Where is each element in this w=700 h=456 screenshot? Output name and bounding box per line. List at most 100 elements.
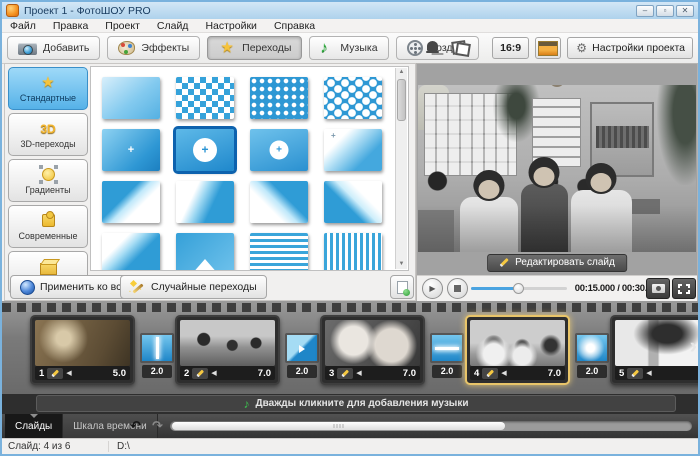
menu-item-0[interactable]: Файл xyxy=(10,20,36,32)
play-button[interactable]: ▶ xyxy=(422,278,443,299)
redo-button[interactable]: ↷ xyxy=(152,417,163,434)
view-tab-1[interactable]: Шкала времени xyxy=(63,414,157,438)
snapshot-button[interactable] xyxy=(646,278,670,299)
timeline-slide-5[interactable]: 5◀ xyxy=(610,315,698,385)
transition-thumb-soft-diagonal[interactable] xyxy=(102,77,160,119)
transition-thumb-v-lines[interactable] xyxy=(324,233,382,271)
photo-books xyxy=(596,126,649,147)
seek-slider[interactable] xyxy=(471,287,567,290)
scroll-down-arrow-icon[interactable]: ▼ xyxy=(396,260,407,269)
menu-item-5[interactable]: Справка xyxy=(274,20,315,32)
transition-thumb-hexagons[interactable] xyxy=(324,77,382,119)
sidebar-item-2[interactable]: Градиенты xyxy=(8,159,88,202)
pencil-icon xyxy=(342,369,349,376)
timeline-slide-2[interactable]: 2◀7.0 xyxy=(175,315,280,385)
transition-thumb-circle-wipe[interactable] xyxy=(176,129,234,171)
transition-thumb-diagonal-1[interactable] xyxy=(102,181,160,223)
transition-thumb-diagonal-4[interactable] xyxy=(324,181,382,223)
stop-button[interactable] xyxy=(447,278,468,299)
transition-thumb-move-arrows[interactable] xyxy=(102,129,160,171)
menu-item-1[interactable]: Правка xyxy=(53,20,88,32)
timeline-scroll-right-chevron-icon[interactable]: › xyxy=(690,335,697,357)
transition-thumb-diagonal-3[interactable] xyxy=(250,181,308,223)
pencil-icon xyxy=(632,369,639,376)
slide-edit-button[interactable] xyxy=(627,368,643,379)
transition-thumb-chevron[interactable] xyxy=(176,233,234,271)
add-music-bar[interactable]: ♪ Дважды кликните для добавления музыки xyxy=(36,395,676,412)
sidebar-item-label: Современные xyxy=(19,231,78,241)
speaker-icon[interactable]: ◀ xyxy=(646,370,651,377)
menu-item-3[interactable]: Слайд xyxy=(157,20,189,32)
tab-star[interactable]: Переходы xyxy=(207,36,302,60)
aspect-ratio-button[interactable]: 16:9 xyxy=(492,37,529,59)
undo-button[interactable]: ↶ xyxy=(130,417,141,434)
tab-note[interactable]: Музыка xyxy=(309,36,388,60)
timeline-scrollbar-thumb[interactable] xyxy=(172,422,505,430)
sidebar-item-0[interactable]: Стандартные xyxy=(8,67,88,110)
timeline-transition-1[interactable]: 2.0 xyxy=(140,333,174,378)
random-transitions-button[interactable]: Случайные переходы xyxy=(120,275,267,299)
grid-scrollbar-thumb[interactable] xyxy=(397,79,406,121)
timeline-slide-1[interactable]: 1◀5.0 xyxy=(30,315,135,385)
star-icon xyxy=(39,75,57,91)
timeline-slide-3[interactable]: 3◀7.0 xyxy=(320,315,425,385)
transition-thumb-dots[interactable] xyxy=(250,77,308,119)
speaker-icon[interactable]: ◀ xyxy=(501,370,506,377)
slide-strip: 2◀7.0 xyxy=(180,366,275,380)
speaker-icon[interactable]: ◀ xyxy=(211,370,216,377)
transition-thumb-corner-wipe[interactable] xyxy=(324,129,382,171)
sidebar-item-1[interactable]: 3D3D-переходы xyxy=(8,113,88,156)
slide-edit-button[interactable] xyxy=(192,368,208,379)
fullscreen-button[interactable] xyxy=(672,278,696,299)
slide-duration: 5.0 xyxy=(113,368,126,379)
transition-glyph-wave xyxy=(430,333,464,363)
slide-duration: 7.0 xyxy=(403,368,416,379)
transition-thumb-circle-wipe-2[interactable] xyxy=(250,129,308,171)
speaker-icon[interactable]: ◀ xyxy=(66,370,71,377)
close-button[interactable]: ✕ xyxy=(676,5,694,17)
menu-item-2[interactable]: Проект xyxy=(105,20,140,32)
edit-slide-button[interactable]: Редактировать слайд xyxy=(487,254,627,272)
timeline-transition-3[interactable]: 2.0 xyxy=(430,333,464,378)
scroll-up-arrow-icon[interactable]: ▲ xyxy=(396,68,407,77)
export-button[interactable] xyxy=(390,275,414,299)
tab-palette[interactable]: Эффекты xyxy=(107,36,200,60)
photo-bookshelf xyxy=(590,102,654,177)
sidebar-item-label: 3D-переходы xyxy=(20,139,75,149)
photo-poster-board xyxy=(424,93,518,175)
tab-camera[interactable]: Добавить xyxy=(7,36,100,60)
gear-icon xyxy=(575,41,588,55)
slide-number: 5 xyxy=(619,368,624,379)
tab-label: Переходы xyxy=(242,42,291,54)
photo-kid-1 xyxy=(460,197,518,252)
music-strip: ♪ Дважды кликните для добавления музыки xyxy=(2,394,698,414)
slide-edit-button[interactable] xyxy=(482,368,498,379)
sidebar-item-3[interactable]: Современные xyxy=(8,205,88,248)
slide-edit-button[interactable] xyxy=(47,368,63,379)
minimize-button[interactable]: – xyxy=(636,5,654,17)
camera-icon xyxy=(18,41,37,56)
seek-thumb[interactable] xyxy=(513,283,524,294)
preview-panel: Редактировать слайд ▶ 00:15.000 / 00:30.… xyxy=(416,63,698,301)
speaker-icon[interactable]: ◀ xyxy=(356,370,361,377)
view-tab-0[interactable]: Слайды xyxy=(5,414,63,438)
transition-thumb-h-lines[interactable] xyxy=(250,233,308,271)
maximize-button[interactable]: ▫ xyxy=(656,5,674,17)
timeline-transition-2[interactable]: 2.0 xyxy=(285,333,319,378)
project-settings-button[interactable]: Настройки проекта xyxy=(567,37,693,59)
menu-item-4[interactable]: Настройки xyxy=(205,20,257,32)
transition-thumb-diagonal-5[interactable] xyxy=(102,233,160,271)
timeline-slide-4[interactable]: 4◀7.0 xyxy=(465,315,570,385)
transition-duration: 2.0 xyxy=(577,365,607,378)
transition-thumb-diagonal-2[interactable] xyxy=(176,181,234,223)
notifications-bell-icon[interactable] xyxy=(426,41,439,54)
transition-thumb-checkerboard[interactable] xyxy=(176,77,234,119)
gradient-icon xyxy=(42,168,55,181)
timeline-transition-4[interactable]: 2.0 xyxy=(575,333,609,378)
timeline-scrollbar[interactable] xyxy=(170,421,692,431)
slide-edit-button[interactable] xyxy=(337,368,353,379)
photos-icon[interactable] xyxy=(451,40,468,54)
transitions-panel: Стандартные3D3D-переходыГрадиенты Совреме… xyxy=(4,63,416,301)
scene-button[interactable] xyxy=(535,37,561,59)
sidebar-icon-wrap xyxy=(40,258,57,275)
